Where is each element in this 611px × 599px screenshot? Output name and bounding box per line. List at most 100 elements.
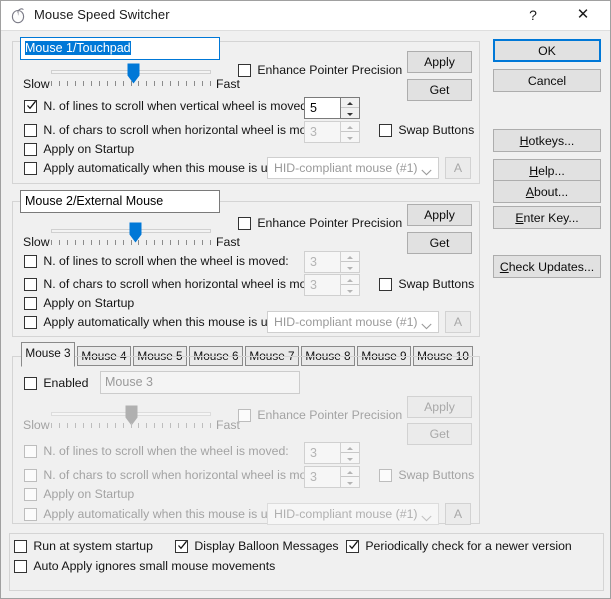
mouse3-enabled-checkbox[interactable] [24, 377, 37, 390]
spinner-up-icon[interactable] [341, 275, 359, 285]
mouse1-name-input[interactable]: Mouse 1/Touchpad [20, 37, 220, 60]
ok-button[interactable]: OK [493, 39, 601, 62]
mouse2-chars-checkbox[interactable] [24, 278, 37, 291]
mouse2-enhance-checkbox[interactable] [238, 217, 251, 230]
mouse3-swap-row[interactable]: Swap Buttons [379, 468, 474, 483]
run-at-startup-checkbox[interactable] [14, 540, 27, 553]
mouse2-lines-spinner[interactable]: 3 [304, 251, 360, 273]
mouse3-device-combo[interactable]: HID-compliant mouse (#1) [267, 503, 439, 525]
spinner-down-icon[interactable] [341, 477, 359, 487]
tab-mouse-3[interactable]: Mouse 3 [21, 342, 75, 367]
mouse1-startup-row[interactable]: Apply on Startup [24, 142, 134, 157]
mouse3-startup-checkbox[interactable] [24, 488, 37, 501]
mouse3-startup-row[interactable]: Apply on Startup [24, 487, 134, 502]
mouse3-auto-apply-button[interactable]: A [445, 503, 471, 525]
mouse2-swap-checkbox[interactable] [379, 278, 392, 291]
help-titlebar-button[interactable]: ? [510, 1, 556, 29]
spinner-up-icon[interactable] [341, 122, 359, 132]
mouse2-device-combo[interactable]: HID-compliant mouse (#1) [267, 311, 439, 333]
mouse2-chars-row[interactable]: N. of chars to scroll when horizontal wh… [24, 277, 330, 292]
spinner-up-icon[interactable] [341, 252, 359, 262]
spinner-buttons[interactable] [340, 97, 360, 119]
chevron-down-icon[interactable] [421, 511, 432, 522]
mouse3-speed-slider[interactable] [51, 405, 211, 429]
footer-autoapply-row[interactable]: Auto Apply ignores small mouse movements [14, 559, 275, 574]
footer-run-startup-row[interactable]: Run at system startup [14, 539, 153, 554]
mouse1-auto-row[interactable]: Apply automatically when this mouse is u… [24, 161, 291, 176]
auto-apply-ignore-checkbox[interactable] [14, 560, 27, 573]
spinner-buttons[interactable] [340, 274, 360, 296]
about-button[interactable]: About... [493, 180, 601, 203]
mouse1-chars-row[interactable]: N. of chars to scroll when horizontal wh… [24, 123, 330, 138]
mouse3-apply-button[interactable]: Apply [407, 396, 472, 418]
check-updates-button[interactable]: Check Updates... [493, 255, 601, 278]
mouse1-enhance-checkbox[interactable] [238, 64, 251, 77]
spinner-buttons[interactable] [340, 121, 360, 143]
chevron-down-icon[interactable] [421, 319, 432, 330]
mouse1-apply-button[interactable]: Apply [407, 51, 472, 73]
cancel-button[interactable]: Cancel [493, 69, 601, 92]
mouse2-enhance-row[interactable]: Enhance Pointer Precision [238, 216, 402, 231]
spinner-buttons[interactable] [340, 251, 360, 273]
mouse1-lines-row[interactable]: N. of lines to scroll when vertical whee… [24, 99, 311, 114]
mouse2-auto-row[interactable]: Apply automatically when this mouse is u… [24, 315, 291, 330]
mouse2-get-button[interactable]: Get [407, 232, 472, 254]
mouse3-auto-row[interactable]: Apply automatically when this mouse is u… [24, 507, 291, 522]
mouse1-enhance-row[interactable]: Enhance Pointer Precision [238, 63, 402, 78]
mouse3-lines-checkbox[interactable] [24, 445, 37, 458]
mouse2-auto-checkbox[interactable] [24, 316, 37, 329]
hotkeys-button[interactable]: Hotkeys... [493, 129, 601, 152]
enter-key-button[interactable]: Enter Key... [493, 206, 601, 229]
spinner-down-icon[interactable] [341, 453, 359, 463]
mouse1-lines-checkbox[interactable] [24, 100, 37, 113]
mouse2-swap-row[interactable]: Swap Buttons [379, 277, 474, 292]
mouse3-chars-row[interactable]: N. of chars to scroll when horizontal wh… [24, 468, 330, 483]
mouse2-startup-row[interactable]: Apply on Startup [24, 296, 134, 311]
periodic-check-checkbox[interactable] [346, 540, 359, 553]
mouse3-enhance-row[interactable]: Enhance Pointer Precision [238, 408, 402, 423]
spinner-down-icon[interactable] [341, 285, 359, 295]
mouse1-auto-checkbox[interactable] [24, 162, 37, 175]
mouse2-apply-button[interactable]: Apply [407, 204, 472, 226]
footer-balloon-row[interactable]: Display Balloon Messages [175, 539, 339, 554]
mouse2-lines-row[interactable]: N. of lines to scroll when the wheel is … [24, 254, 289, 269]
close-icon[interactable]: ✕ [560, 1, 606, 29]
help-button[interactable]: Help... [493, 159, 601, 182]
mouse2-lines-checkbox[interactable] [24, 255, 37, 268]
spinner-up-icon[interactable] [341, 443, 359, 453]
spinner-up-icon[interactable] [341, 467, 359, 477]
mouse1-chars-spinner[interactable]: 3 [304, 121, 360, 143]
mouse1-speed-slider[interactable] [51, 63, 211, 87]
chevron-down-icon[interactable] [421, 165, 432, 176]
mouse1-swap-row[interactable]: Swap Buttons [379, 123, 474, 138]
spinner-down-icon[interactable] [341, 108, 359, 118]
mouse1-lines-spinner[interactable]: 5 [304, 97, 360, 119]
mouse3-name-input[interactable]: Mouse 3 [100, 371, 300, 394]
mouse3-enabled-row[interactable]: Enabled [24, 376, 88, 391]
spinner-buttons[interactable] [340, 466, 360, 488]
mouse3-auto-checkbox[interactable] [24, 508, 37, 521]
spinner-down-icon[interactable] [341, 132, 359, 142]
mouse3-lines-spinner[interactable]: 3 [304, 442, 360, 464]
mouse2-name-input[interactable]: Mouse 2/External Mouse [20, 190, 220, 213]
mouse1-swap-checkbox[interactable] [379, 124, 392, 137]
mouse1-auto-apply-button[interactable]: A [445, 157, 471, 179]
mouse2-auto-apply-button[interactable]: A [445, 311, 471, 333]
display-balloon-checkbox[interactable] [175, 540, 188, 553]
mouse3-chars-checkbox[interactable] [24, 469, 37, 482]
spinner-up-icon[interactable] [341, 98, 359, 108]
mouse3-swap-checkbox[interactable] [379, 469, 392, 482]
mouse3-get-button[interactable]: Get [407, 423, 472, 445]
footer-periodic-row[interactable]: Periodically check for a newer version [346, 539, 572, 554]
mouse1-chars-checkbox[interactable] [24, 124, 37, 137]
spinner-buttons[interactable] [340, 442, 360, 464]
mouse2-speed-slider[interactable] [51, 222, 211, 246]
mouse3-lines-row[interactable]: N. of lines to scroll when the wheel is … [24, 444, 289, 459]
mouse1-startup-checkbox[interactable] [24, 143, 37, 156]
spinner-down-icon[interactable] [341, 262, 359, 272]
mouse2-chars-spinner[interactable]: 3 [304, 274, 360, 296]
mouse1-device-combo[interactable]: HID-compliant mouse (#1) [267, 157, 439, 179]
mouse3-enhance-checkbox[interactable] [238, 409, 251, 422]
mouse3-chars-spinner[interactable]: 3 [304, 466, 360, 488]
mouse1-get-button[interactable]: Get [407, 79, 472, 101]
